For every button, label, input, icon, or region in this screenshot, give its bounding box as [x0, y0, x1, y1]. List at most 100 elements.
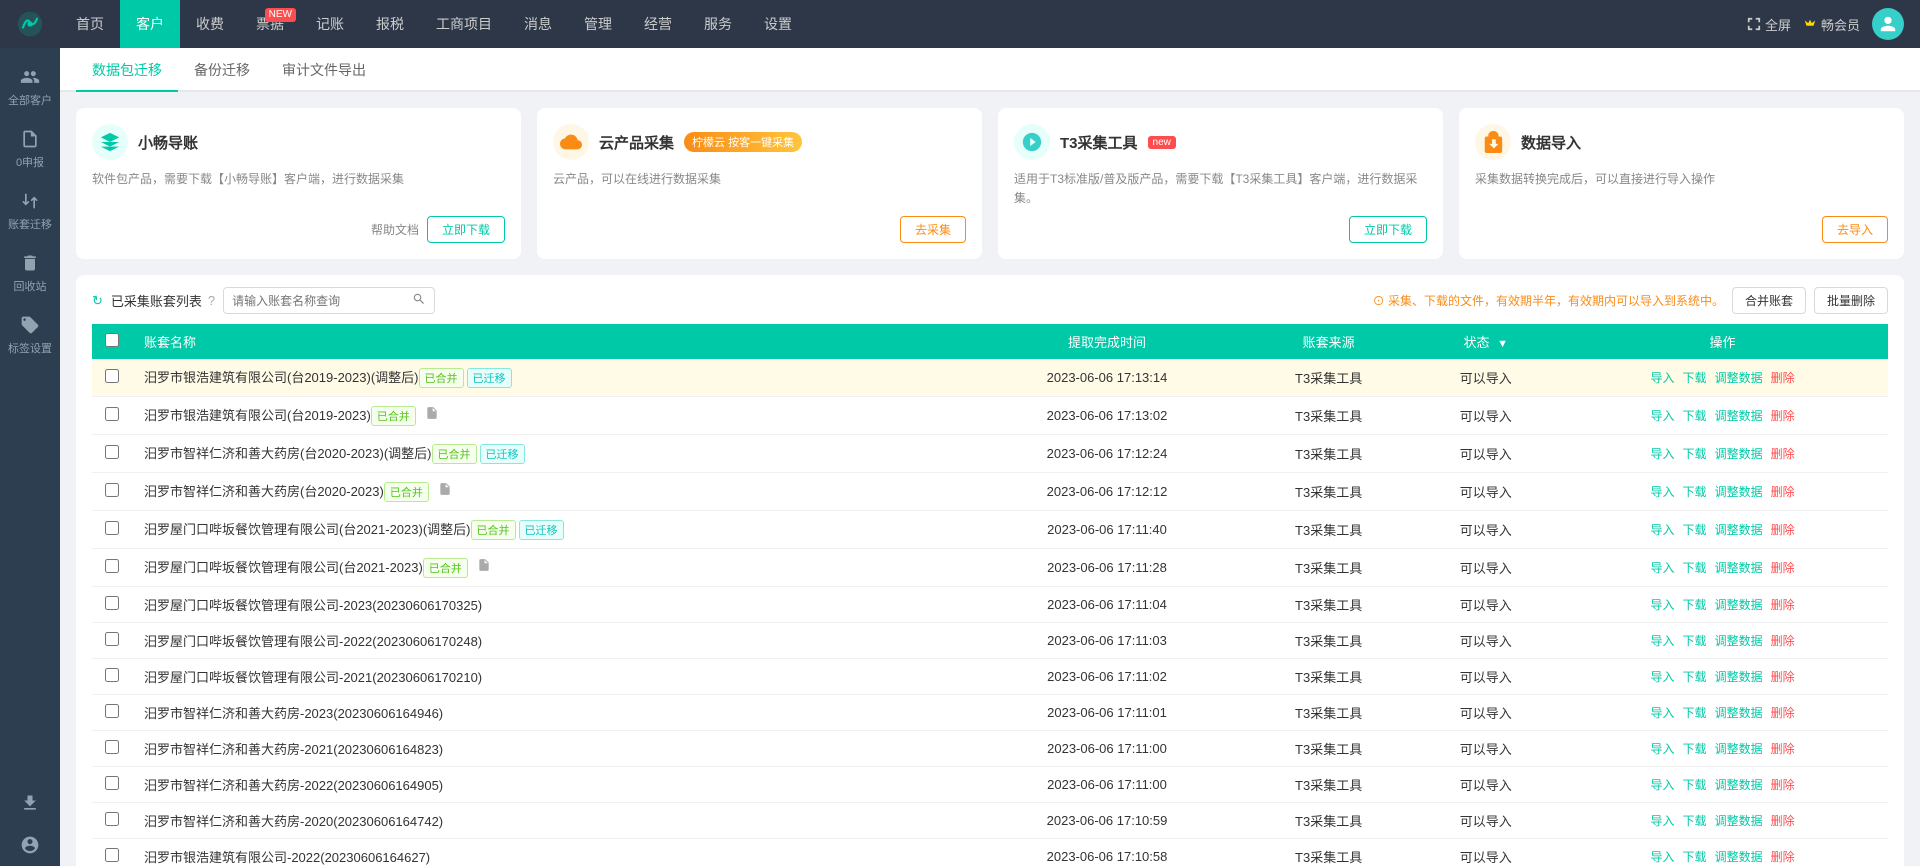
action-下载[interactable]: 下载 — [1683, 814, 1707, 828]
action-调整数据[interactable]: 调整数据 — [1715, 485, 1763, 499]
action-删除[interactable]: 删除 — [1771, 814, 1795, 828]
refresh-icon[interactable]: ↻ — [92, 293, 103, 309]
row-checkbox[interactable] — [105, 740, 119, 754]
tab-data-migration[interactable]: 数据包迁移 — [76, 50, 178, 92]
sidebar-item-account-transfer[interactable]: 账套迁移 — [0, 180, 60, 242]
action-导入[interactable]: 导入 — [1651, 778, 1675, 792]
sort-icon[interactable]: ▼ — [1497, 338, 1508, 350]
action-导入[interactable]: 导入 — [1651, 814, 1675, 828]
action-导入[interactable]: 导入 — [1651, 706, 1675, 720]
action-删除[interactable]: 删除 — [1771, 409, 1795, 423]
action-调整数据[interactable]: 调整数据 — [1715, 778, 1763, 792]
action-删除[interactable]: 删除 — [1771, 523, 1795, 537]
action-下载[interactable]: 下载 — [1683, 485, 1707, 499]
action-调整数据[interactable]: 调整数据 — [1715, 742, 1763, 756]
action-下载[interactable]: 下载 — [1683, 742, 1707, 756]
nav-manage[interactable]: 管理 — [568, 0, 628, 48]
nav-message[interactable]: 消息 — [508, 0, 568, 48]
action-导入[interactable]: 导入 — [1651, 561, 1675, 575]
action-调整数据[interactable]: 调整数据 — [1715, 814, 1763, 828]
download-btn-t3[interactable]: 立即下载 — [1349, 216, 1427, 243]
action-调整数据[interactable]: 调整数据 — [1715, 561, 1763, 575]
action-删除[interactable]: 删除 — [1771, 447, 1795, 461]
search-button[interactable] — [404, 288, 434, 313]
action-下载[interactable]: 下载 — [1683, 447, 1707, 461]
action-调整数据[interactable]: 调整数据 — [1715, 371, 1763, 385]
action-导入[interactable]: 导入 — [1651, 634, 1675, 648]
search-input[interactable] — [224, 290, 404, 312]
action-下载[interactable]: 下载 — [1683, 706, 1707, 720]
vip-btn[interactable]: 畅会员 — [1803, 15, 1860, 34]
action-删除[interactable]: 删除 — [1771, 485, 1795, 499]
action-导入[interactable]: 导入 — [1651, 409, 1675, 423]
action-调整数据[interactable]: 调整数据 — [1715, 634, 1763, 648]
action-删除[interactable]: 删除 — [1771, 634, 1795, 648]
batch-delete-btn[interactable]: 批量删除 — [1814, 287, 1888, 314]
sidebar-item-all-customers[interactable]: 全部客户 — [0, 56, 60, 118]
sidebar-item-user-settings[interactable] — [0, 824, 60, 866]
action-调整数据[interactable]: 调整数据 — [1715, 409, 1763, 423]
row-checkbox[interactable] — [105, 407, 119, 421]
action-删除[interactable]: 删除 — [1771, 561, 1795, 575]
row-checkbox[interactable] — [105, 776, 119, 790]
action-导入[interactable]: 导入 — [1651, 523, 1675, 537]
collect-btn-yun[interactable]: 去采集 — [900, 216, 966, 243]
action-下载[interactable]: 下载 — [1683, 670, 1707, 684]
row-checkbox[interactable] — [105, 445, 119, 459]
row-checkbox[interactable] — [105, 483, 119, 497]
file-icon[interactable] — [477, 560, 491, 575]
help-doc-link[interactable]: 帮助文档 — [371, 221, 419, 238]
nav-fee[interactable]: 收费 — [180, 0, 240, 48]
action-导入[interactable]: 导入 — [1651, 371, 1675, 385]
row-checkbox[interactable] — [105, 559, 119, 573]
tab-backup-migration[interactable]: 备份迁移 — [178, 50, 266, 92]
action-下载[interactable]: 下载 — [1683, 778, 1707, 792]
file-icon[interactable] — [425, 408, 439, 423]
action-下载[interactable]: 下载 — [1683, 634, 1707, 648]
row-checkbox[interactable] — [105, 521, 119, 535]
nav-customer[interactable]: 客户 — [120, 0, 180, 48]
action-调整数据[interactable]: 调整数据 — [1715, 850, 1763, 864]
action-删除[interactable]: 删除 — [1771, 742, 1795, 756]
row-checkbox[interactable] — [105, 632, 119, 646]
sidebar-item-recycle[interactable]: 回收站 — [0, 242, 60, 304]
action-导入[interactable]: 导入 — [1651, 598, 1675, 612]
nav-invoice[interactable]: 票据NEW — [240, 0, 300, 48]
user-avatar[interactable] — [1872, 8, 1904, 40]
action-调整数据[interactable]: 调整数据 — [1715, 598, 1763, 612]
row-checkbox[interactable] — [105, 704, 119, 718]
sidebar-item-zero-declaration[interactable]: 0申报 — [0, 118, 60, 180]
fullscreen-btn[interactable]: 全屏 — [1747, 15, 1791, 34]
tab-audit-export[interactable]: 审计文件导出 — [266, 50, 382, 92]
nav-operation[interactable]: 经营 — [628, 0, 688, 48]
select-all-checkbox[interactable] — [105, 333, 119, 347]
nav-home[interactable]: 首页 — [60, 0, 120, 48]
action-调整数据[interactable]: 调整数据 — [1715, 706, 1763, 720]
action-删除[interactable]: 删除 — [1771, 778, 1795, 792]
action-导入[interactable]: 导入 — [1651, 485, 1675, 499]
nav-settings[interactable]: 设置 — [748, 0, 808, 48]
action-调整数据[interactable]: 调整数据 — [1715, 447, 1763, 461]
action-导入[interactable]: 导入 — [1651, 742, 1675, 756]
action-下载[interactable]: 下载 — [1683, 561, 1707, 575]
nav-tax[interactable]: 报税 — [360, 0, 420, 48]
row-checkbox[interactable] — [105, 848, 119, 862]
sidebar-item-download[interactable] — [0, 782, 60, 824]
action-删除[interactable]: 删除 — [1771, 706, 1795, 720]
file-icon[interactable] — [438, 484, 452, 499]
import-btn[interactable]: 去导入 — [1822, 216, 1888, 243]
action-下载[interactable]: 下载 — [1683, 523, 1707, 537]
action-下载[interactable]: 下载 — [1683, 850, 1707, 864]
action-删除[interactable]: 删除 — [1771, 850, 1795, 864]
row-checkbox[interactable] — [105, 668, 119, 682]
action-删除[interactable]: 删除 — [1771, 598, 1795, 612]
download-btn-xiaochang[interactable]: 立即下载 — [427, 216, 505, 243]
sidebar-item-tag-settings[interactable]: 标签设置 — [0, 304, 60, 366]
row-checkbox[interactable] — [105, 596, 119, 610]
action-删除[interactable]: 删除 — [1771, 670, 1795, 684]
row-checkbox[interactable] — [105, 369, 119, 383]
row-checkbox[interactable] — [105, 812, 119, 826]
merge-btn[interactable]: 合并账套 — [1732, 287, 1806, 314]
action-删除[interactable]: 删除 — [1771, 371, 1795, 385]
action-导入[interactable]: 导入 — [1651, 850, 1675, 864]
